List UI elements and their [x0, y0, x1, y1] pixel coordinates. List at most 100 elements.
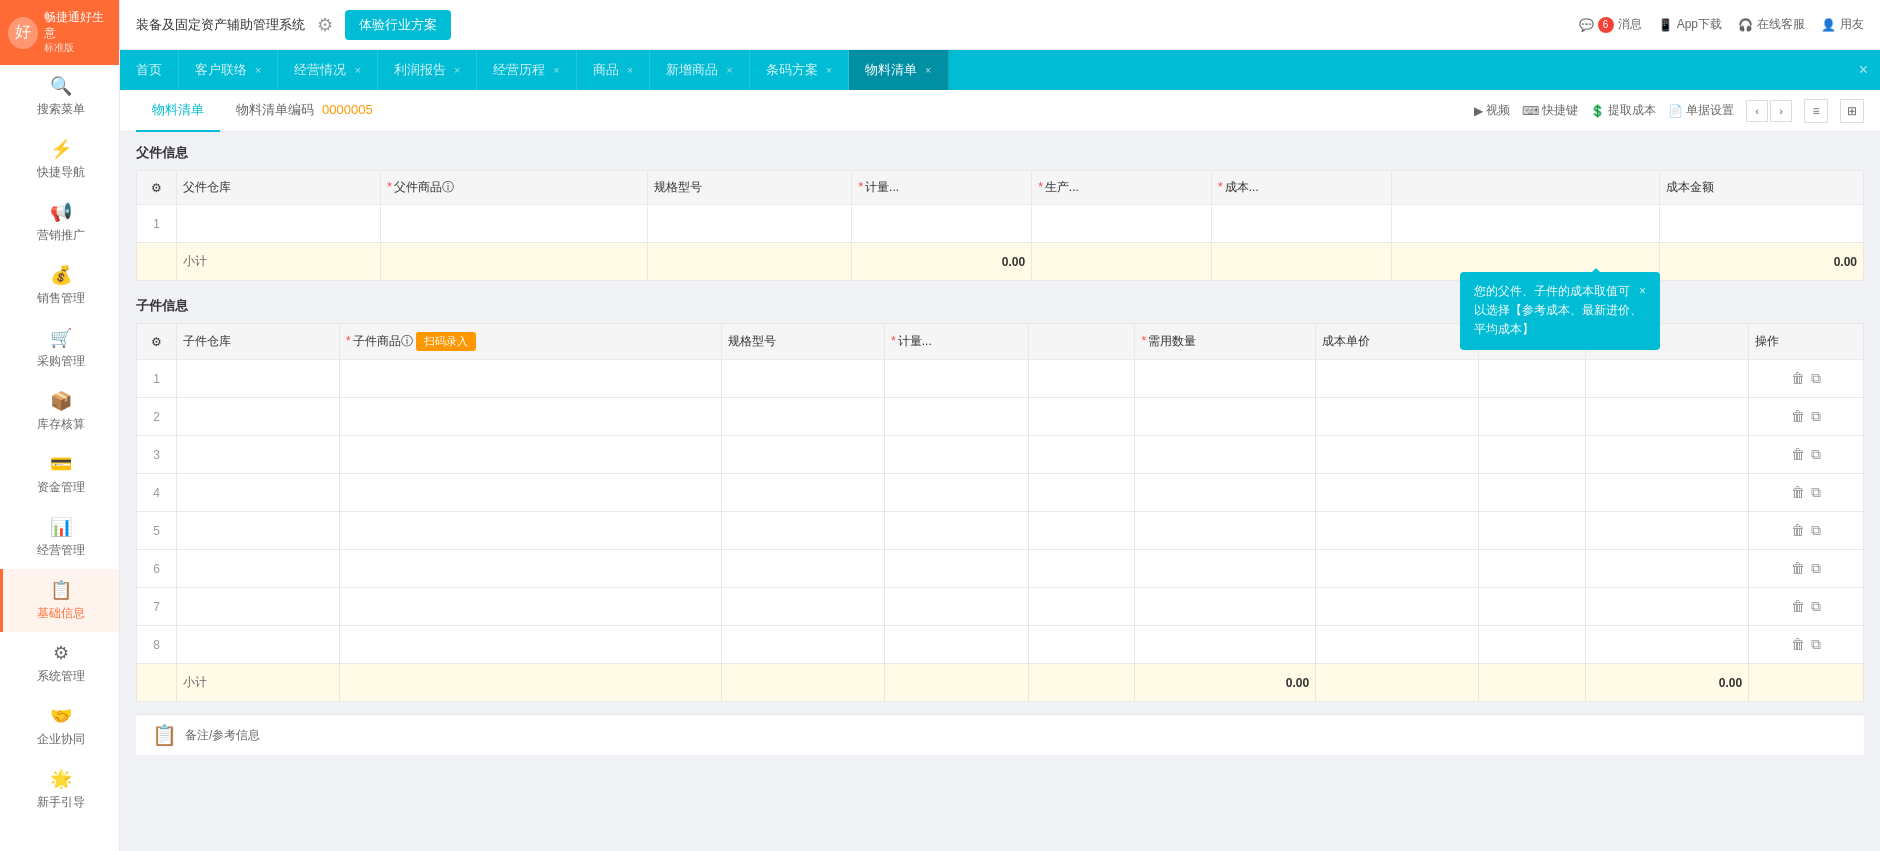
child-subtotal-qty: 0.00: [1135, 664, 1316, 702]
sidebar-logo: 好 畅捷通好生意 标准版: [0, 0, 119, 65]
sidebar-item-collab[interactable]: 🤝 企业协同: [0, 695, 119, 758]
parent-row-1-spec[interactable]: [648, 205, 852, 243]
child-subtotal-label: 小计: [177, 664, 340, 702]
copy-icon-7[interactable]: ⧉: [1811, 598, 1821, 615]
tab-ops-status[interactable]: 经营情况 ×: [278, 50, 377, 90]
service-action[interactable]: 🎧 在线客服: [1738, 16, 1805, 33]
message-action[interactable]: 💬 6 消息: [1579, 16, 1642, 33]
child-row-1-unit[interactable]: [885, 360, 1028, 398]
copy-icon-1[interactable]: ⧉: [1811, 370, 1821, 387]
message-label: 消息: [1618, 16, 1642, 33]
sidebar-item-system[interactable]: ⚙ 系统管理: [0, 632, 119, 695]
child-col-goods: *子件商品ⓘ 扫码录入: [339, 324, 721, 360]
sub-tab-list[interactable]: 物料清单: [136, 90, 220, 132]
sidebar-item-promo[interactable]: 📢 营销推广: [0, 191, 119, 254]
delete-icon-4[interactable]: 🗑: [1791, 484, 1805, 501]
child-col-settings[interactable]: ⚙: [137, 324, 177, 360]
bottom-icon: 📋: [152, 723, 177, 747]
child-row-1-spec[interactable]: [722, 360, 885, 398]
delete-icon-8[interactable]: 🗑: [1791, 636, 1805, 653]
delete-icon-1[interactable]: 🗑: [1791, 370, 1805, 387]
tab-profit[interactable]: 利润报告 ×: [378, 50, 477, 90]
sidebar-item-nav[interactable]: ⚡ 快捷导航: [0, 128, 119, 191]
sidebar-item-purchase[interactable]: 🛒 采购管理: [0, 317, 119, 380]
child-row-1-qty[interactable]: [1135, 360, 1316, 398]
message-badge: 6: [1598, 17, 1614, 33]
video-tool[interactable]: ▶ 视频: [1474, 102, 1510, 119]
search-icon: 🔍: [50, 75, 72, 97]
inventory-icon: 📦: [50, 390, 72, 412]
user-action[interactable]: 👤 用友: [1821, 16, 1864, 33]
child-row-1-warehouse[interactable]: [177, 360, 340, 398]
collab-icon: 🤝: [50, 705, 72, 727]
sidebar-item-inventory[interactable]: 📦 库存核算: [0, 380, 119, 443]
sidebar-item-guide[interactable]: 🌟 新手引导: [0, 758, 119, 821]
sidebar-item-ops[interactable]: 📊 经营管理: [0, 506, 119, 569]
tab-new-goods-close[interactable]: ×: [726, 64, 732, 76]
delete-icon-7[interactable]: 🗑: [1791, 598, 1805, 615]
scan-button[interactable]: 扫码录入: [416, 332, 476, 351]
parent-table-header: ⚙ 父件仓库 *父件商品ⓘ 规格型号 *计量... *生产... *成本... …: [137, 171, 1864, 205]
parent-col-settings[interactable]: ⚙: [137, 171, 177, 205]
tab-barcode-close[interactable]: ×: [826, 64, 832, 76]
tab-profit-close[interactable]: ×: [454, 64, 460, 76]
copy-icon-5[interactable]: ⧉: [1811, 522, 1821, 539]
trial-button[interactable]: 体验行业方案: [345, 10, 451, 40]
tab-home[interactable]: 首页: [120, 50, 179, 90]
list-view-btn[interactable]: ⊞: [1840, 99, 1864, 123]
tooltip-close[interactable]: ×: [1639, 282, 1646, 301]
parent-row-1-unit[interactable]: [852, 205, 1032, 243]
delete-icon-5[interactable]: 🗑: [1791, 522, 1805, 539]
delete-icon-3[interactable]: 🗑: [1791, 446, 1805, 463]
single-tool[interactable]: 📄 单据设置: [1668, 102, 1734, 119]
parent-row-1-goods[interactable]: [381, 205, 648, 243]
tab-history[interactable]: 经营历程 ×: [477, 50, 576, 90]
settings-icon[interactable]: ⚙: [317, 14, 333, 36]
copy-icon-3[interactable]: ⧉: [1811, 446, 1821, 463]
copy-icon-2[interactable]: ⧉: [1811, 408, 1821, 425]
parent-col-cost: *成本...: [1211, 171, 1391, 205]
tab-ops-status-close[interactable]: ×: [354, 64, 360, 76]
prev-arrow[interactable]: ‹: [1746, 100, 1768, 122]
parent-row-1-cost[interactable]: [1211, 205, 1391, 243]
tab-bom-close[interactable]: ×: [925, 64, 931, 76]
copy-icon-6[interactable]: ⧉: [1811, 560, 1821, 577]
tab-new-goods[interactable]: 新增商品 ×: [650, 50, 749, 90]
parent-row-1-amount: [1659, 205, 1863, 243]
basic-icon: 📋: [50, 579, 72, 601]
tab-goods-close[interactable]: ×: [627, 64, 633, 76]
sidebar-item-search[interactable]: 🔍 搜索菜单: [0, 65, 119, 128]
close-all-tabs[interactable]: ×: [1847, 61, 1880, 79]
copy-icon-8[interactable]: ⧉: [1811, 636, 1821, 653]
tab-customers[interactable]: 客户联络 ×: [179, 50, 278, 90]
message-icon: 💬: [1579, 18, 1594, 32]
copy-icon-4[interactable]: ⧉: [1811, 484, 1821, 501]
parent-row-1-prod[interactable]: [1032, 205, 1212, 243]
tab-history-close[interactable]: ×: [553, 64, 559, 76]
parent-row-1-warehouse[interactable]: [177, 205, 381, 243]
shortcut-tool[interactable]: ⌨ 快捷键: [1522, 102, 1578, 119]
sub-tab-code[interactable]: 物料清单编码 0000005: [220, 90, 389, 132]
delete-icon-6[interactable]: 🗑: [1791, 560, 1805, 577]
sidebar-item-basic[interactable]: 📋 基础信息: [0, 569, 119, 632]
sidebar-item-finance[interactable]: 💳 资金管理: [0, 443, 119, 506]
child-row-1-goods[interactable]: [339, 360, 721, 398]
child-table: ⚙ 子件仓库 *子件商品ⓘ 扫码录入 规格型号 *计量... *需用数量 成本单…: [136, 323, 1864, 702]
tab-goods[interactable]: 商品 ×: [577, 50, 650, 90]
delete-icon-2[interactable]: 🗑: [1791, 408, 1805, 425]
next-arrow[interactable]: ›: [1770, 100, 1792, 122]
child-col-warehouse: 子件仓库: [177, 324, 340, 360]
video-icon: ▶: [1474, 104, 1483, 118]
child-col-unit-cost: 成本单价: [1316, 324, 1479, 360]
user-icon: 👤: [1821, 18, 1836, 32]
child-row-1-unit-cost[interactable]: [1316, 360, 1479, 398]
parent-col-amount: 成本金额: [1659, 171, 1863, 205]
child-col-spec: 规格型号: [722, 324, 885, 360]
app-download-action[interactable]: 📱 App下载: [1658, 16, 1722, 33]
tab-barcode[interactable]: 条码方案 ×: [750, 50, 849, 90]
sidebar-item-sales[interactable]: 💰 销售管理: [0, 254, 119, 317]
cost-tool[interactable]: 💲 提取成本: [1590, 102, 1656, 119]
tab-customers-close[interactable]: ×: [255, 64, 261, 76]
grid-view-btn[interactable]: ≡: [1804, 99, 1828, 123]
tab-bom[interactable]: 物料清单 ×: [849, 50, 948, 90]
